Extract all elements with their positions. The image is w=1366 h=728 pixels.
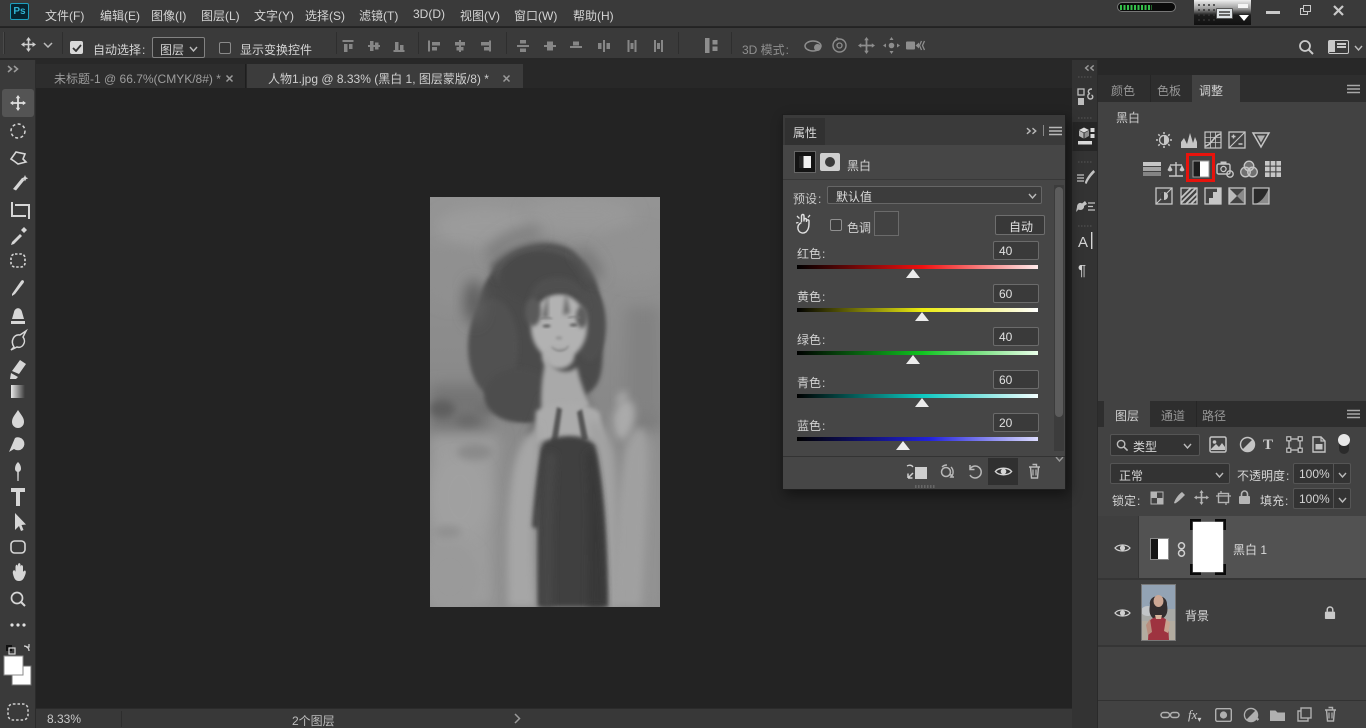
svg-text:¶: ¶	[1078, 262, 1086, 279]
svg-text:A: A	[1078, 234, 1088, 251]
